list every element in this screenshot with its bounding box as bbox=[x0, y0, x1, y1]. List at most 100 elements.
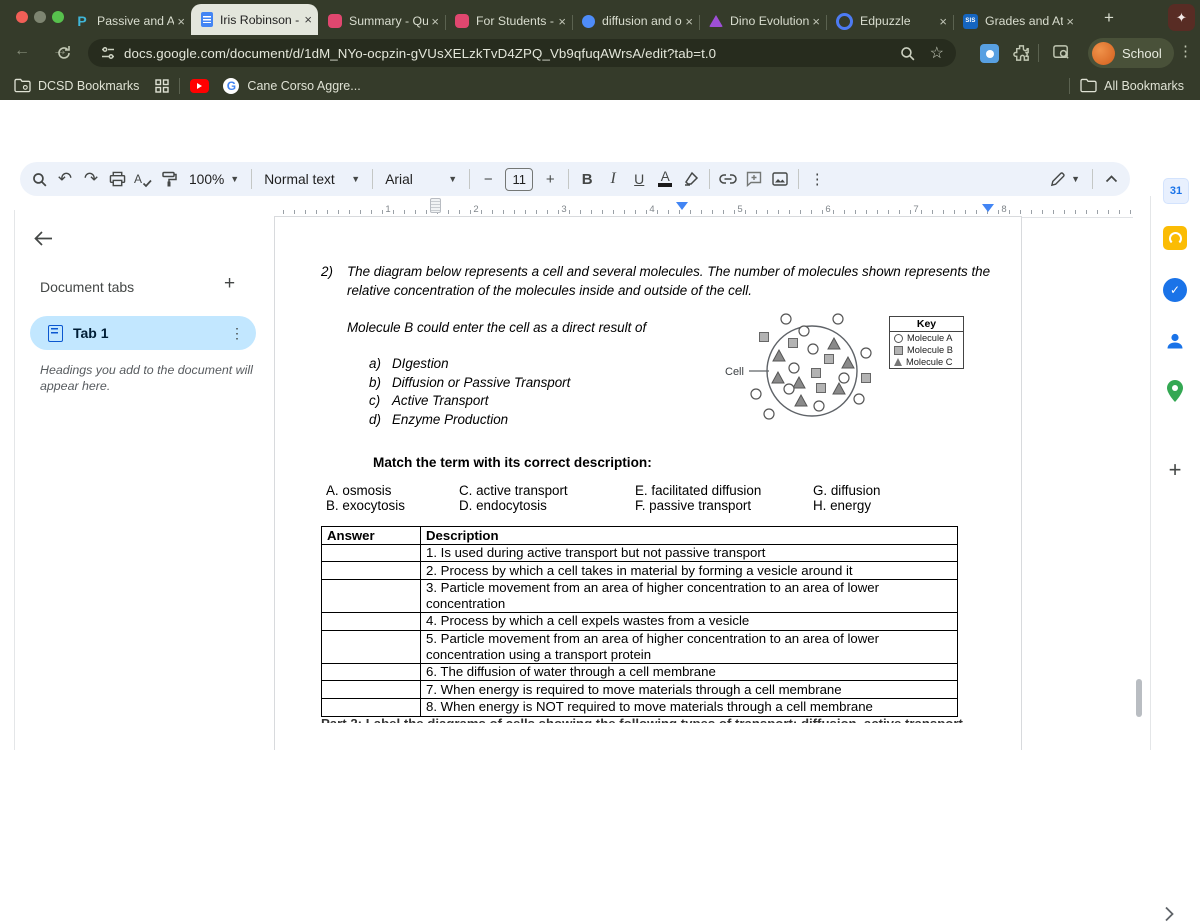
increase-font-size-icon[interactable]: + bbox=[537, 166, 563, 192]
browser-tab[interactable]: SIS Grades and At × bbox=[953, 7, 1080, 35]
calendar-icon[interactable]: 31 bbox=[1163, 178, 1189, 204]
insert-link-icon[interactable] bbox=[715, 166, 741, 192]
tab-close-icon[interactable]: × bbox=[558, 14, 566, 29]
add-comment-icon[interactable] bbox=[741, 166, 767, 192]
ruler-tick bbox=[415, 210, 416, 214]
tab-organizer-button[interactable]: ✦ bbox=[1168, 4, 1195, 31]
answer-cell[interactable] bbox=[321, 578, 421, 613]
print-icon[interactable] bbox=[104, 166, 130, 192]
all-bookmarks-folder-icon[interactable] bbox=[1080, 78, 1097, 93]
search-in-page-icon[interactable] bbox=[899, 45, 916, 62]
browser-menu-icon[interactable]: ⋮ bbox=[1178, 42, 1193, 60]
add-document-tab-button[interactable]: + bbox=[224, 273, 235, 295]
font-size-input[interactable]: 11 bbox=[505, 167, 534, 191]
bookmark-all[interactable]: All Bookmarks bbox=[1104, 79, 1184, 93]
show-side-panel-chevron-icon[interactable] bbox=[1164, 906, 1174, 922]
new-tab-button[interactable]: + bbox=[1104, 8, 1114, 28]
contacts-icon[interactable] bbox=[1163, 329, 1187, 353]
zoom-select[interactable]: 100% ▼ bbox=[182, 172, 246, 187]
browser-tab[interactable]: Dino Evolution × bbox=[699, 7, 826, 35]
more-toolbar-icon[interactable]: ⋮ bbox=[804, 166, 830, 192]
tab-close-icon[interactable]: × bbox=[177, 14, 185, 29]
minimize-window-button[interactable] bbox=[34, 11, 46, 23]
managed-bookmarks-folder-icon[interactable] bbox=[14, 78, 31, 93]
search-menus-icon[interactable] bbox=[26, 166, 52, 192]
undo-icon[interactable]: ↶ bbox=[52, 166, 78, 192]
answer-cell[interactable] bbox=[321, 611, 421, 631]
font-select[interactable]: Arial ▼ bbox=[378, 172, 464, 187]
ruler[interactable]: 1 2 3 4 5 6 7 8 bbox=[277, 203, 1133, 217]
editing-mode-select[interactable]: ▼ bbox=[1043, 171, 1087, 187]
browser-tab[interactable]: P Passive and Ac × bbox=[64, 7, 191, 35]
keep-icon[interactable] bbox=[1163, 226, 1187, 250]
paragraph-style-select[interactable]: Normal text ▼ bbox=[257, 172, 367, 187]
ruler-tick bbox=[756, 210, 757, 214]
underline-icon[interactable]: U bbox=[626, 166, 652, 192]
tasks-icon[interactable]: ✓ bbox=[1163, 278, 1187, 302]
tab-search-icon[interactable] bbox=[1052, 43, 1071, 62]
hide-menus-icon[interactable] bbox=[1098, 166, 1124, 192]
decrease-font-size-icon[interactable]: − bbox=[475, 166, 501, 192]
document-tab-item[interactable]: Tab 1 ⋮ bbox=[30, 316, 256, 350]
text-color-icon[interactable]: A bbox=[652, 166, 678, 192]
tab-close-icon[interactable]: × bbox=[812, 14, 820, 29]
side-panel-add-icon[interactable]: + bbox=[1163, 457, 1187, 482]
fullscreen-window-button[interactable] bbox=[52, 11, 64, 23]
key-label: Molecule B bbox=[907, 345, 953, 355]
answer-cell[interactable] bbox=[321, 697, 421, 717]
tab-close-icon[interactable]: × bbox=[431, 14, 439, 29]
back-icon[interactable]: ← bbox=[14, 42, 30, 60]
ruler-tick bbox=[778, 210, 779, 214]
collapse-sidebar-arrow-icon[interactable] bbox=[34, 231, 53, 246]
tab-close-icon[interactable]: × bbox=[939, 14, 947, 29]
ruler-indent-marker[interactable] bbox=[676, 202, 688, 210]
address-bar[interactable]: docs.google.com/document/d/1dM_NYo-ocpzi… bbox=[88, 39, 956, 67]
answer-cell[interactable] bbox=[321, 561, 421, 580]
paint-format-icon[interactable] bbox=[156, 166, 182, 192]
reload-icon[interactable] bbox=[56, 45, 72, 61]
italic-icon[interactable]: I bbox=[600, 166, 626, 192]
ruler-tick bbox=[470, 210, 471, 214]
document-page[interactable]: 2) The diagram below represents a cell a… bbox=[274, 216, 1022, 750]
apps-grid-icon[interactable] bbox=[155, 78, 170, 93]
answer-cell[interactable] bbox=[321, 629, 421, 664]
browser-profile[interactable]: School bbox=[1088, 38, 1174, 68]
molecule-b bbox=[788, 338, 798, 348]
extensions-puzzle-icon[interactable] bbox=[1012, 43, 1031, 62]
tab-close-icon[interactable]: × bbox=[304, 12, 312, 27]
extension-icon[interactable] bbox=[980, 44, 999, 63]
tab-close-icon[interactable]: × bbox=[685, 14, 693, 29]
browser-tab[interactable]: For Students - × bbox=[445, 7, 572, 35]
bold-icon[interactable]: B bbox=[574, 166, 600, 192]
tab-close-icon[interactable]: × bbox=[1066, 14, 1074, 29]
redo-icon[interactable]: ↷ bbox=[78, 166, 104, 192]
ruler-tick bbox=[613, 210, 614, 214]
spellcheck-icon[interactable]: A bbox=[130, 166, 156, 192]
highlight-color-icon[interactable] bbox=[678, 166, 704, 192]
ruler-right-indent-marker[interactable] bbox=[982, 204, 994, 212]
tune-icon[interactable] bbox=[100, 45, 116, 61]
ruler-tick bbox=[965, 210, 966, 214]
ruler-tick bbox=[448, 210, 449, 214]
insert-image-icon[interactable] bbox=[767, 166, 793, 192]
bookmark-dcsd[interactable]: DCSD Bookmarks bbox=[38, 79, 139, 93]
divider bbox=[469, 169, 471, 189]
ruler-tick bbox=[404, 210, 405, 214]
browser-tab[interactable]: Edpuzzle × bbox=[826, 7, 953, 35]
browser-tab[interactable]: Iris Robinson - × bbox=[191, 4, 318, 35]
answer-cell[interactable] bbox=[321, 662, 421, 682]
doc-tab-options-icon[interactable]: ⋮ bbox=[230, 325, 244, 342]
key-label: Molecule A bbox=[907, 333, 953, 343]
document-scrollbar[interactable] bbox=[1136, 679, 1142, 717]
bookmark-star-icon[interactable]: ☆ bbox=[930, 43, 944, 63]
answer-cell[interactable] bbox=[321, 543, 421, 563]
close-window-button[interactable] bbox=[16, 11, 28, 23]
answer-cell[interactable] bbox=[321, 680, 421, 699]
browser-tab[interactable]: diffusion and o × bbox=[572, 7, 699, 35]
option-letter: d) bbox=[369, 412, 381, 428]
browser-tab[interactable]: Summary - Qu × bbox=[318, 7, 445, 35]
option-text: Active Transport bbox=[392, 393, 489, 409]
youtube-icon[interactable] bbox=[190, 78, 210, 93]
maps-icon[interactable] bbox=[1163, 379, 1187, 403]
bookmark-cane-corso[interactable]: Cane Corso Aggre... bbox=[247, 79, 360, 93]
